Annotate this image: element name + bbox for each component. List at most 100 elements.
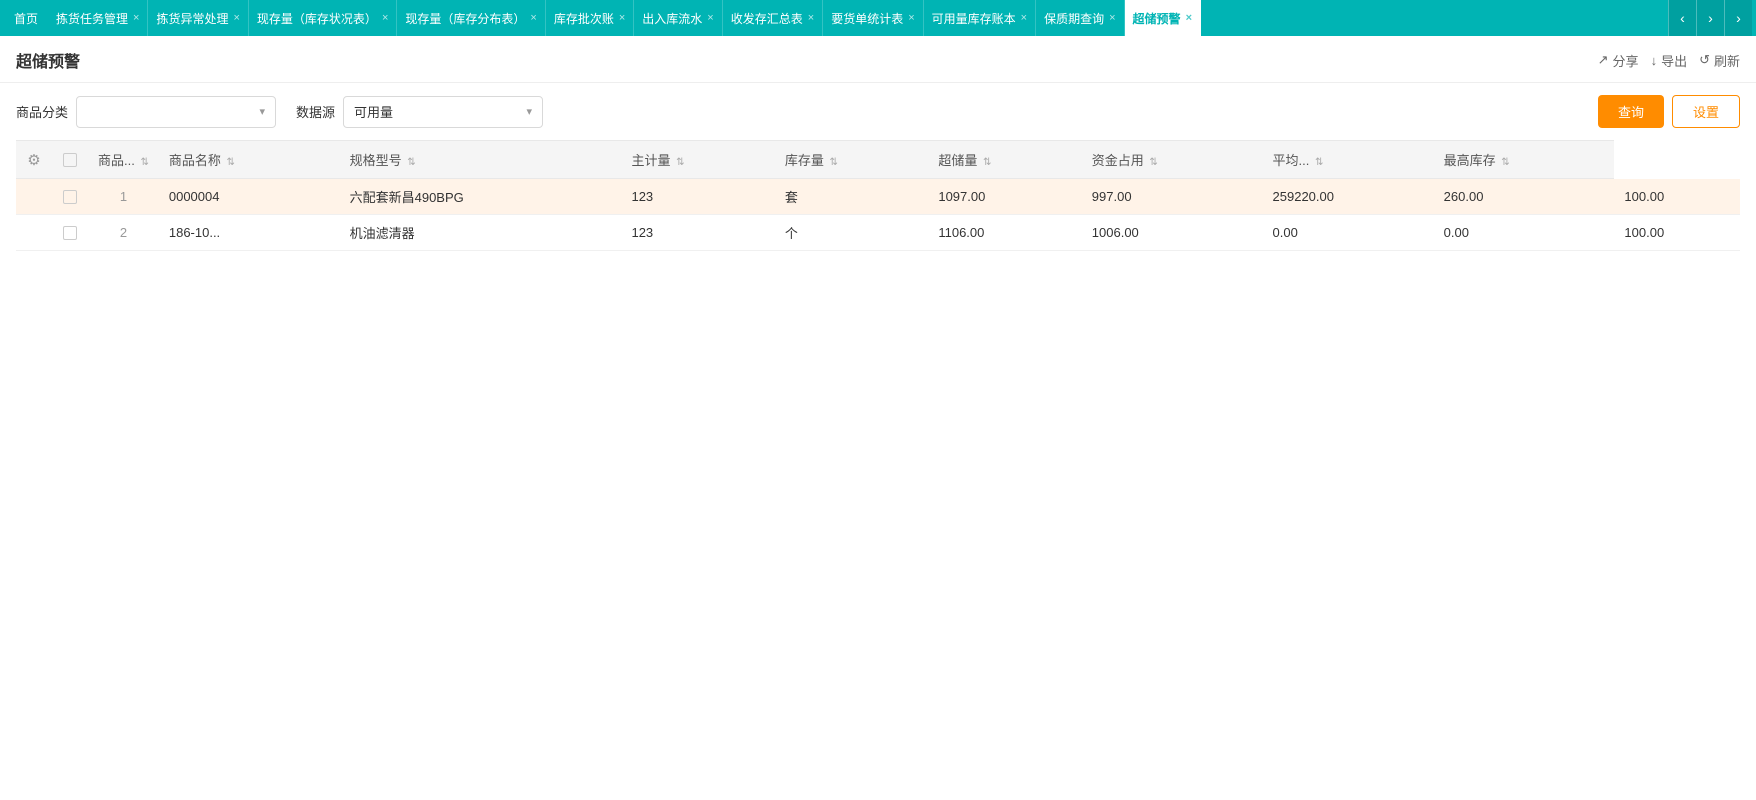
col-header-spec[interactable]: 规格型号 ⇅ [340,141,622,179]
nav-left-arrow[interactable]: ‹ [1668,0,1696,36]
nav-tab-5[interactable]: 出入库流水× [634,0,722,36]
category-label: 商品分类 [16,102,68,121]
table-row: 10000004六配套新昌490BPG123套1097.00997.002592… [16,179,1740,215]
nav-tab-close-4[interactable]: × [619,12,625,24]
col-header-checkbox[interactable] [52,141,88,179]
nav-tab-6[interactable]: 收发存汇总表× [723,0,823,36]
col-label-unit: 主计量 [631,153,670,168]
sort-icon-product-code: ⇅ [140,157,148,168]
refresh-icon: ↺ [1699,52,1710,68]
share-icon: ↗ [1598,52,1609,68]
sort-icon-max-stock: ⇅ [1501,157,1509,168]
col-header-stock[interactable]: 库存量 ⇅ [775,141,928,179]
nav-tab-close-9[interactable]: × [1109,12,1115,24]
export-button[interactable]: ↓ 导出 [1651,51,1688,70]
refresh-button[interactable]: ↺ 刷新 [1699,51,1740,70]
row-capital: 259220.00 [1263,179,1434,215]
nav-tab-close-2[interactable]: × [382,12,388,24]
row-spec: 123 [621,215,774,251]
col-header-max-stock[interactable]: 最高库存 ⇅ [1434,141,1615,179]
nav-tab-7[interactable]: 要货单统计表× [823,0,923,36]
share-label: 分享 [1613,51,1639,70]
row-index: 1 [88,179,159,215]
row-checkbox[interactable] [52,179,88,215]
row-product-name: 六配套新昌490BPG [340,179,622,215]
row-checkbox[interactable] [52,215,88,251]
nav-tab-close-8[interactable]: × [1021,12,1027,24]
datasource-select[interactable]: 可用量 ▾ [343,96,543,128]
row-index: 2 [88,215,159,251]
row-settings[interactable] [16,179,52,215]
row-stock: 1097.00 [928,179,1081,215]
row-spec: 123 [621,179,774,215]
nav-tab-close-1[interactable]: × [233,12,239,24]
table-header-row: ⚙ 商品... ⇅ 商品名称 ⇅ 规格型号 ⇅ [16,141,1740,179]
col-header-unit[interactable]: 主计量 ⇅ [621,141,774,179]
col-header-settings[interactable]: ⚙ [16,141,52,179]
share-button[interactable]: ↗ 分享 [1598,51,1639,70]
sort-icon-spec: ⇅ [407,157,415,168]
table-gear-icon[interactable]: ⚙ [27,152,40,169]
row-over-stock: 1006.00 [1082,215,1263,251]
row-product-name: 机油滤清器 [340,215,622,251]
sort-icon-over-stock: ⇅ [983,157,991,168]
category-select[interactable]: ▾ [76,96,276,128]
col-label-avg: 平均... [1273,153,1310,168]
nav-tab-10[interactable]: 超储预警× [1125,0,1201,36]
nav-tab-9[interactable]: 保质期查询× [1036,0,1124,36]
nav-tab-close-3[interactable]: × [530,12,536,24]
nav-tab-8[interactable]: 可用量库存账本× [924,0,1036,36]
nav-tab-close-6[interactable]: × [808,12,814,24]
nav-tab-close-10[interactable]: × [1186,12,1192,24]
sort-icon-unit: ⇅ [676,157,684,168]
col-header-product-code[interactable]: 商品... ⇅ [88,141,159,179]
data-table: ⚙ 商品... ⇅ 商品名称 ⇅ 规格型号 ⇅ [16,140,1740,251]
query-button[interactable]: 查询 [1598,95,1664,128]
header-checkbox[interactable] [63,153,77,167]
row-max-stock: 100.00 [1614,215,1740,251]
col-header-product-name[interactable]: 商品名称 ⇅ [159,141,340,179]
table-row: 2186-10...机油滤清器123个1106.001006.000.000.0… [16,215,1740,251]
nav-tab-close-5[interactable]: × [707,12,713,24]
table-container: ⚙ 商品... ⇅ 商品名称 ⇅ 规格型号 ⇅ [0,140,1756,251]
row-unit: 套 [775,179,928,215]
export-icon: ↓ [1651,53,1658,68]
row-product-code: 186-10... [159,215,340,251]
filter-actions: 查询 设置 [1598,95,1740,128]
col-header-capital[interactable]: 资金占用 ⇅ [1082,141,1263,179]
row-settings[interactable] [16,215,52,251]
nav-right-arrow[interactable]: › [1696,0,1724,36]
col-header-over-stock[interactable]: 超储量 ⇅ [928,141,1081,179]
row-over-stock: 997.00 [1082,179,1263,215]
row-checkbox-box[interactable] [63,226,77,240]
refresh-label: 刷新 [1714,51,1740,70]
page-header: 超储预警 ↗ 分享 ↓ 导出 ↺ 刷新 [0,36,1756,83]
nav-bar: 首页 拣货任务管理×拣货异常处理×现存量（库存状况表）×现存量（库存分布表）×库… [0,0,1756,36]
nav-tab-2[interactable]: 现存量（库存状况表）× [249,0,397,36]
datasource-chevron-icon: ▾ [527,105,533,118]
nav-tab-3[interactable]: 现存量（库存分布表）× [397,0,545,36]
sort-icon-product-name: ⇅ [227,157,235,168]
setting-button[interactable]: 设置 [1672,95,1740,128]
nav-home[interactable]: 首页 [4,10,48,27]
category-chevron-icon: ▾ [259,105,265,118]
page-container: 超储预警 ↗ 分享 ↓ 导出 ↺ 刷新 商品分类 ▾ 数据源 [0,36,1756,800]
nav-tab-0[interactable]: 拣货任务管理× [48,0,148,36]
row-product-code: 0000004 [159,179,340,215]
row-stock: 1106.00 [928,215,1081,251]
nav-tab-close-7[interactable]: × [908,12,914,24]
category-filter-group: 商品分类 ▾ [16,96,276,128]
col-label-max-stock: 最高库存 [1444,153,1496,168]
col-label-stock: 库存量 [785,153,824,168]
row-max-stock: 100.00 [1614,179,1740,215]
row-checkbox-box[interactable] [63,190,77,204]
sort-icon-capital: ⇅ [1149,157,1157,168]
nav-tab-1[interactable]: 拣货异常处理× [148,0,248,36]
nav-tab-4[interactable]: 库存批次账× [546,0,634,36]
col-header-avg[interactable]: 平均... ⇅ [1263,141,1434,179]
export-label: 导出 [1661,51,1687,70]
row-avg: 260.00 [1434,179,1615,215]
nav-tab-close-0[interactable]: × [133,12,139,24]
nav-more-arrow[interactable]: › [1724,0,1752,36]
datasource-value: 可用量 [354,102,393,121]
